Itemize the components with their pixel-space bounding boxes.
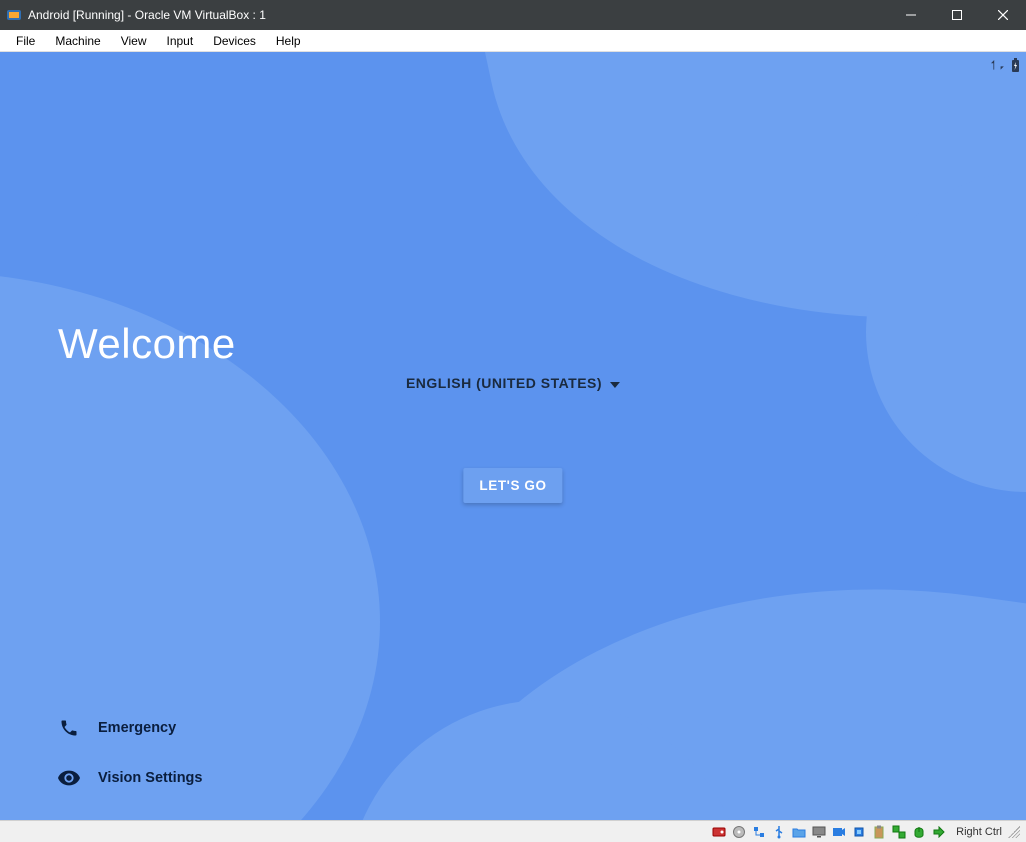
guest-display[interactable]: Welcome ENGLISH (UNITED STATES) LET'S GO… bbox=[0, 52, 1026, 820]
window-maximize-button[interactable] bbox=[934, 0, 980, 30]
menubar: File Machine View Input Devices Help bbox=[0, 30, 1026, 52]
eye-icon bbox=[58, 770, 80, 786]
menu-devices[interactable]: Devices bbox=[203, 32, 266, 50]
window-title: Android [Running] - Oracle VM VirtualBox… bbox=[28, 8, 266, 22]
mouse-integration-icon[interactable] bbox=[910, 824, 928, 840]
emergency-label: Emergency bbox=[98, 720, 176, 736]
window-titlebar: Android [Running] - Oracle VM VirtualBox… bbox=[0, 0, 1026, 30]
language-selector[interactable]: ENGLISH (UNITED STATES) bbox=[406, 375, 620, 391]
android-status-bar bbox=[991, 58, 1020, 77]
keyboard-capture-icon[interactable] bbox=[930, 824, 948, 840]
window-controls bbox=[888, 0, 1026, 30]
menu-view[interactable]: View bbox=[111, 32, 157, 50]
window-minimize-button[interactable] bbox=[888, 0, 934, 30]
vision-settings-label: Vision Settings bbox=[98, 770, 202, 786]
recording-icon[interactable] bbox=[830, 824, 848, 840]
optical-disc-icon[interactable] bbox=[730, 824, 748, 840]
menu-machine[interactable]: Machine bbox=[45, 32, 110, 50]
cpu-icon[interactable] bbox=[850, 824, 868, 840]
network-icon[interactable] bbox=[750, 824, 768, 840]
lets-go-button[interactable]: LET'S GO bbox=[463, 468, 562, 503]
menu-input[interactable]: Input bbox=[157, 32, 204, 50]
shared-folder-icon[interactable] bbox=[790, 824, 808, 840]
resize-grip[interactable] bbox=[1008, 826, 1020, 838]
dropdown-arrow-icon bbox=[610, 375, 620, 391]
welcome-title: Welcome bbox=[58, 320, 236, 368]
window-close-button[interactable] bbox=[980, 0, 1026, 30]
hostkey-indicator[interactable]: Right Ctrl bbox=[954, 826, 1004, 838]
battery-charging-icon bbox=[1011, 58, 1020, 77]
menu-file[interactable]: File bbox=[6, 32, 45, 50]
display-icon[interactable] bbox=[810, 824, 828, 840]
vision-settings-link[interactable]: Vision Settings bbox=[58, 770, 202, 786]
emergency-link[interactable]: Emergency bbox=[58, 718, 202, 738]
virtualbox-app-icon bbox=[6, 7, 22, 23]
language-label: ENGLISH (UNITED STATES) bbox=[406, 375, 602, 391]
bottom-links: Emergency Vision Settings bbox=[58, 718, 202, 786]
phone-icon bbox=[58, 718, 80, 738]
clipboard-icon[interactable] bbox=[870, 824, 888, 840]
vbox-statusbar: Right Ctrl bbox=[0, 820, 1026, 842]
hard-disk-icon[interactable] bbox=[710, 824, 728, 840]
menu-help[interactable]: Help bbox=[266, 32, 311, 50]
dragdrop-icon[interactable] bbox=[890, 824, 908, 840]
network-bidir-icon bbox=[991, 59, 1005, 77]
usb-icon[interactable] bbox=[770, 824, 788, 840]
